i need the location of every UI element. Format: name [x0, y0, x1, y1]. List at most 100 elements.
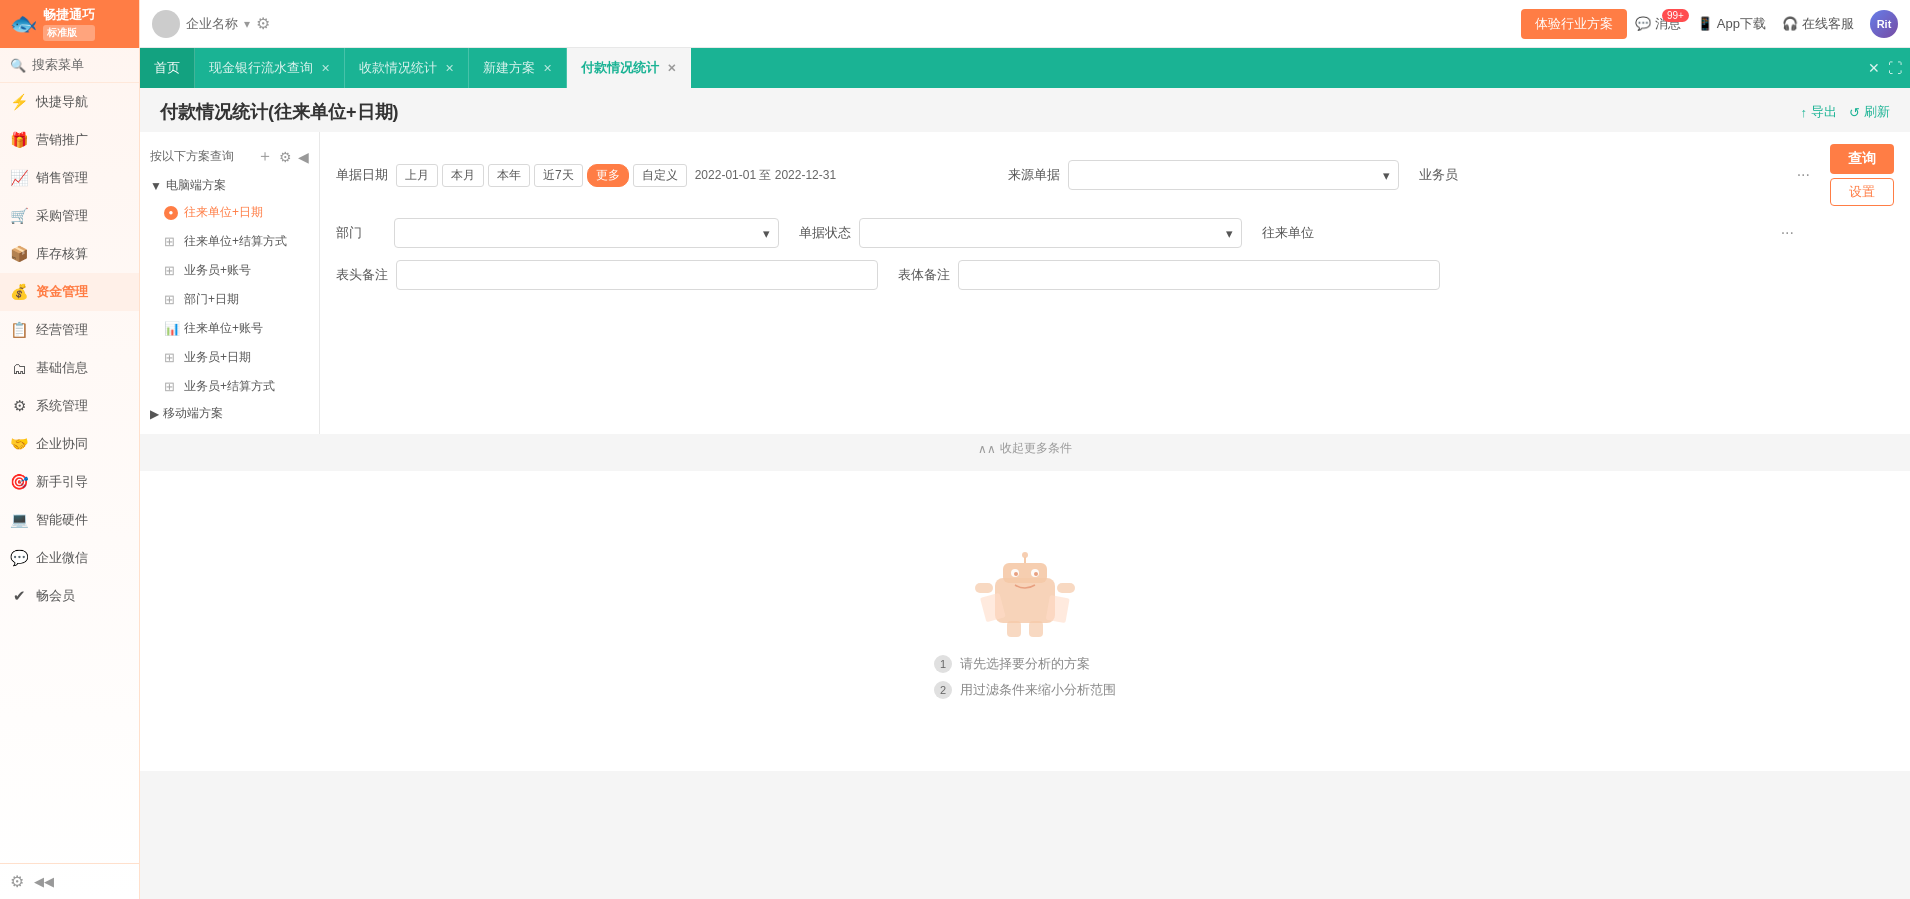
tab-income-close[interactable]: ✕	[445, 62, 454, 75]
page-title: 付款情况统计(往来单位+日期)	[160, 100, 399, 124]
tip-text-2: 用过滤条件来缩小分析范围	[960, 681, 1116, 699]
sidebar-search[interactable]: 🔍 搜索菜单	[0, 48, 139, 83]
scheme-pc-group[interactable]: ▼ 电脑端方案	[140, 173, 319, 198]
refresh-btn[interactable]: ↺ 刷新	[1849, 103, 1890, 121]
sidebar-item-label: 新手引导	[36, 473, 88, 491]
user-initials: Rit	[1877, 18, 1892, 30]
sidebar-item-wechat[interactable]: 💬 企业微信	[0, 539, 139, 577]
topbar-right: 💬 消息 99+ 📱 App下载 🎧 在线客服 Rit	[1635, 10, 1898, 38]
date-btn-7days[interactable]: 近7天	[534, 164, 583, 187]
export-btn[interactable]: ↑ 导出	[1801, 103, 1838, 121]
svg-rect-6	[975, 583, 993, 593]
sidebar-item-hardware[interactable]: 💻 智能硬件	[0, 501, 139, 539]
scheme-item-salesman-date[interactable]: ⊞ 业务员+日期	[140, 343, 319, 372]
sidebar-item-inventory[interactable]: 📦 库存核算	[0, 235, 139, 273]
sidebar-item-member[interactable]: ✔ 畅会员	[0, 577, 139, 615]
user-avatar[interactable]: Rit	[1870, 10, 1898, 38]
refresh-icon: ↺	[1849, 105, 1860, 120]
enterprise-icon: 🤝	[10, 435, 28, 453]
settings-btn[interactable]: 设置	[1830, 178, 1894, 206]
filter-group-body-note: 表体备注	[898, 260, 1440, 290]
collapse-more-btn[interactable]: ∧∧ 收起更多条件	[140, 434, 1910, 463]
tab-bank[interactable]: 现金银行流水查询 ✕	[195, 48, 345, 88]
scheme-item-label: 业务员+结算方式	[184, 378, 275, 395]
date-btn-more[interactable]: 更多	[587, 164, 629, 187]
tab-payment-close[interactable]: ✕	[667, 62, 676, 75]
scheme-item-dept-date[interactable]: ⊞ 部门+日期	[140, 285, 319, 314]
topbar-dropdown-arrow[interactable]: ▾	[244, 17, 250, 31]
notification-btn[interactable]: 💬 消息 99+	[1635, 15, 1681, 33]
sidebar-item-quick-nav[interactable]: ⚡ 快捷导航	[0, 83, 139, 121]
filter-row-2: 部门 ▾ 单据状态 ▾	[336, 218, 1894, 248]
scheme-header-actions: ＋ ⚙ ◀	[257, 146, 309, 167]
search-icon: 🔍	[10, 58, 26, 73]
date-btn-last-month[interactable]: 上月	[396, 164, 438, 187]
sales-icon: 📈	[10, 169, 28, 187]
scheme-item-partner-settle[interactable]: ⊞ 往来单位+结算方式	[140, 227, 319, 256]
capital-icon: 💰	[10, 283, 28, 301]
scheme-mobile-group[interactable]: ▶ 移动端方案	[140, 401, 319, 426]
scheme-mobile-label: 移动端方案	[163, 405, 223, 422]
scheme-collapse-icon[interactable]: ◀	[298, 149, 309, 165]
tabs-spacer	[691, 48, 1860, 88]
sidebar-item-sales[interactable]: 📈 销售管理	[0, 159, 139, 197]
scheme-item-salesman-settle[interactable]: ⊞ 业务员+结算方式	[140, 372, 319, 401]
empty-tip-2: 2 用过滤条件来缩小分析范围	[934, 681, 1116, 699]
sidebar-item-label: 智能硬件	[36, 511, 88, 529]
tabs-expand-icon[interactable]: ⛶	[1888, 60, 1902, 76]
sidebar-item-marketing[interactable]: 🎁 营销推广	[0, 121, 139, 159]
scheme-gear-icon[interactable]: ⚙	[279, 149, 292, 165]
scheme-pc-label: 电脑端方案	[166, 177, 226, 194]
doc-status-select[interactable]: ▾	[859, 218, 1242, 248]
export-label: 导出	[1811, 103, 1837, 121]
tab-income[interactable]: 收款情况统计 ✕	[345, 48, 469, 88]
salesman-label: 业务员	[1419, 166, 1469, 184]
tab-new-label: 新建方案	[483, 59, 535, 77]
body-note-input[interactable]	[958, 260, 1440, 290]
filter-group-source: 来源单据 ▾	[1008, 160, 1399, 190]
tab-home[interactable]: 首页	[140, 48, 195, 88]
scheme-item-salesman-account[interactable]: ⊞ 业务员+账号	[140, 256, 319, 285]
sidebar-collapse-btn[interactable]: ◀◀	[34, 874, 54, 889]
tab-payment[interactable]: 付款情况统计 ✕	[567, 48, 691, 88]
tab-new-close[interactable]: ✕	[543, 62, 552, 75]
sidebar-item-system[interactable]: ⚙ 系统管理	[0, 387, 139, 425]
empty-tips: 1 请先选择要分析的方案 2 用过滤条件来缩小分析范围	[934, 655, 1116, 699]
tab-new[interactable]: 新建方案 ✕	[469, 48, 567, 88]
source-select[interactable]: ▾	[1068, 160, 1399, 190]
scheme-item-partner-account[interactable]: 📊 往来单位+账号	[140, 314, 319, 343]
marketing-icon: 🎁	[10, 131, 28, 149]
tab-payment-label: 付款情况统计	[581, 59, 659, 77]
scheme-item-active-icon: ●	[164, 206, 178, 220]
topbar-gear-icon[interactable]: ⚙	[256, 14, 270, 33]
scheme-header: 按以下方案查询 ＋ ⚙ ◀	[140, 140, 319, 173]
header-note-label: 表头备注	[336, 266, 388, 284]
svg-rect-1	[1003, 563, 1047, 583]
sidebar-item-purchase[interactable]: 🛒 采购管理	[0, 197, 139, 235]
dept-select[interactable]: ▾	[394, 218, 779, 248]
tab-home-label: 首页	[154, 59, 180, 77]
date-btn-this-month[interactable]: 本月	[442, 164, 484, 187]
sidebar-item-capital[interactable]: 💰 资金管理	[0, 273, 139, 311]
query-btn[interactable]: 查询	[1830, 144, 1894, 174]
sidebar-item-basic[interactable]: 🗂 基础信息	[0, 349, 139, 387]
sidebar-item-label: 快捷导航	[36, 93, 88, 111]
sidebar-settings-icon[interactable]: ⚙	[10, 872, 24, 891]
salesman-dots[interactable]: ···	[1797, 166, 1810, 184]
sidebar-item-business[interactable]: 📋 经营管理	[0, 311, 139, 349]
date-btn-this-year[interactable]: 本年	[488, 164, 530, 187]
scheme-item-partner-date[interactable]: ● 往来单位+日期	[140, 198, 319, 227]
tab-bank-close[interactable]: ✕	[321, 62, 330, 75]
tabs-close-all-icon[interactable]: ✕	[1868, 60, 1880, 76]
filter-group-partner: 往来单位 ···	[1262, 224, 1794, 242]
date-btn-custom[interactable]: 自定义	[633, 164, 687, 187]
sidebar-item-enterprise[interactable]: 🤝 企业协同	[0, 425, 139, 463]
header-note-input[interactable]	[396, 260, 878, 290]
app-download-btn[interactable]: 📱 App下载	[1697, 15, 1766, 33]
online-service-btn[interactable]: 🎧 在线客服	[1782, 15, 1854, 33]
sidebar-item-guide[interactable]: 🎯 新手引导	[0, 463, 139, 501]
svg-rect-7	[1057, 583, 1075, 593]
scheme-add-icon[interactable]: ＋	[257, 146, 273, 167]
partner-dots[interactable]: ···	[1781, 224, 1794, 242]
experience-btn[interactable]: 体验行业方案	[1521, 9, 1627, 39]
